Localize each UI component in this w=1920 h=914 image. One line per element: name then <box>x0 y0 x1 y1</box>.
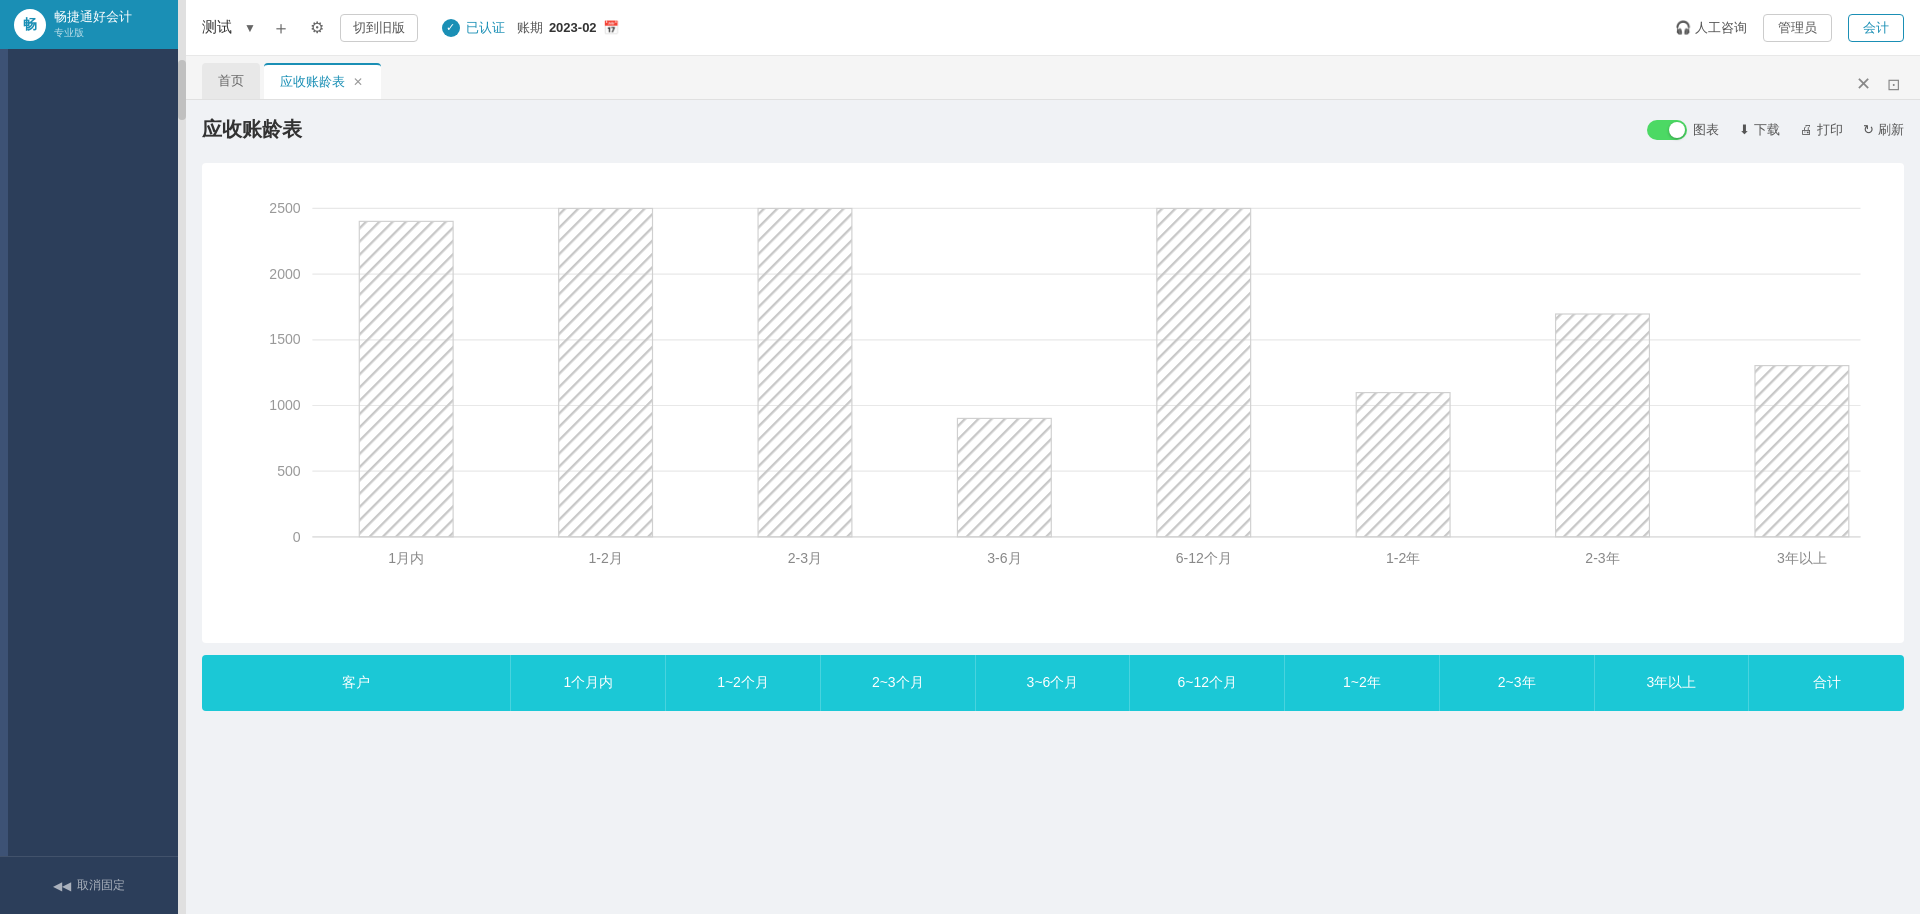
svg-text:1-2月: 1-2月 <box>588 550 622 566</box>
main-area: 测试 ▼ ＋ ⚙ 切到旧版 ✓ 已认证 账期 2023-02 📅 🎧 人工咨询 … <box>186 0 1920 914</box>
cancel-fixed-btn[interactable]: ◀◀ 取消固定 <box>0 867 178 904</box>
period-label: 账期 <box>517 19 543 37</box>
th-cell-9: 合计 <box>1749 655 1904 711</box>
print-label: 打印 <box>1817 121 1843 139</box>
svg-text:0: 0 <box>293 529 301 545</box>
tab-aging-report[interactable]: 应收账龄表 ✕ <box>264 63 381 99</box>
sidebar-logo: 畅 畅捷通好会计 专业版 <box>0 0 178 49</box>
verified-label: 已认证 <box>466 19 505 37</box>
bar-3 <box>758 208 852 536</box>
th-cell-6: 1~2年 <box>1285 655 1440 711</box>
sidebar-scrollbar[interactable] <box>178 0 186 914</box>
refresh-button[interactable]: ↻ 刷新 <box>1863 121 1904 139</box>
topbar-dropdown-icon[interactable]: ▼ <box>244 21 256 35</box>
sidebar-scrollbar-thumb[interactable] <box>178 60 186 120</box>
tab-aging-report-label: 应收账龄表 <box>280 73 345 91</box>
th-cell-7: 2~3年 <box>1440 655 1595 711</box>
topbar-right: 🎧 人工咨询 管理员 会计 <box>1675 14 1904 42</box>
print-button[interactable]: 🖨 打印 <box>1800 121 1843 139</box>
download-icon: ⬇ <box>1739 122 1750 137</box>
sidebar-bottom: ◀◀ 取消固定 <box>0 856 178 914</box>
svg-text:1000: 1000 <box>269 397 300 413</box>
report-header: 应收账龄表 图表 ⬇ 下载 🖨 打印 ↻ 刷新 <box>202 116 1904 143</box>
bar-8 <box>1755 366 1849 537</box>
svg-text:1-2年: 1-2年 <box>1386 550 1420 566</box>
table-container: 客户1个月内1~2个月2~3个月3~6个月6~12个月1~2年2~3年3年以上合… <box>202 655 1904 711</box>
th-cell-1: 1个月内 <box>511 655 666 711</box>
th-cell-5: 6~12个月 <box>1130 655 1285 711</box>
th-cell-8: 3年以上 <box>1595 655 1750 711</box>
table-header: 客户1个月内1~2个月2~3个月3~6个月6~12个月1~2年2~3年3年以上合… <box>202 655 1904 711</box>
ai-consult-label: 人工咨询 <box>1695 19 1747 37</box>
content-area: 应收账龄表 图表 ⬇ 下载 🖨 打印 ↻ 刷新 <box>186 100 1920 914</box>
th-cell-2: 1~2个月 <box>666 655 821 711</box>
bar-6 <box>1356 393 1450 537</box>
refresh-label: 刷新 <box>1878 121 1904 139</box>
verified-section: ✓ 已认证 <box>442 19 505 37</box>
th-cell-3: 2~3个月 <box>821 655 976 711</box>
ai-consult-icon: 🎧 <box>1675 20 1691 35</box>
manager-button[interactable]: 管理员 <box>1763 14 1832 42</box>
svg-text:2-3月: 2-3月 <box>788 550 822 566</box>
download-label: 下载 <box>1754 121 1780 139</box>
bar-4 <box>957 418 1051 536</box>
app-edition: 专业版 <box>54 26 132 40</box>
chart-container: 0 500 1000 1500 2000 2500 1月内 1-2月 2-3月 <box>202 163 1904 643</box>
topbar-module-name: 测试 <box>202 18 232 37</box>
svg-text:3-6月: 3-6月 <box>987 550 1021 566</box>
topbar-settings-icon[interactable]: ⚙ <box>306 14 328 41</box>
tab-home-label: 首页 <box>218 72 244 90</box>
chart-toggle-label: 图表 <box>1693 121 1719 139</box>
tabbar-actions: ✕ ⊡ <box>1852 69 1904 99</box>
period-section: 账期 2023-02 📅 <box>517 19 619 37</box>
report-actions: 图表 ⬇ 下载 🖨 打印 ↻ 刷新 <box>1647 120 1904 140</box>
bar-2 <box>559 208 653 536</box>
tabbar-expand-icon[interactable]: ⊡ <box>1883 71 1904 98</box>
app-name: 畅捷通好会计 <box>54 9 132 26</box>
svg-text:500: 500 <box>277 463 301 479</box>
tabbar-close-icon[interactable]: ✕ <box>1852 69 1875 99</box>
tab-aging-report-close[interactable]: ✕ <box>351 73 365 91</box>
svg-text:2000: 2000 <box>269 266 300 282</box>
print-icon: 🖨 <box>1800 122 1813 137</box>
th-cell-4: 3~6个月 <box>976 655 1131 711</box>
svg-text:2500: 2500 <box>269 200 300 216</box>
cancel-fixed-label: 取消固定 <box>77 877 125 894</box>
accountant-button[interactable]: 会计 <box>1848 14 1904 42</box>
bar-chart: 0 500 1000 1500 2000 2500 1月内 1-2月 2-3月 <box>242 183 1884 633</box>
calendar-icon[interactable]: 📅 <box>603 20 619 35</box>
logo-icon: 畅 <box>14 9 46 41</box>
tab-home[interactable]: 首页 <box>202 63 260 99</box>
verified-icon: ✓ <box>442 19 460 37</box>
bar-5 <box>1157 208 1251 536</box>
tabbar: 首页 应收账龄表 ✕ ✕ ⊡ <box>186 56 1920 100</box>
refresh-icon: ↻ <box>1863 122 1874 137</box>
sidebar: 畅 畅捷通好会计 专业版 ⌂ 首页 ▤ 总账 📊 报表中心 💳 资金管理 🏢 固… <box>0 0 178 914</box>
ai-consult-btn[interactable]: 🎧 人工咨询 <box>1675 19 1747 37</box>
topbar: 测试 ▼ ＋ ⚙ 切到旧版 ✓ 已认证 账期 2023-02 📅 🎧 人工咨询 … <box>186 0 1920 56</box>
toggle-thumb <box>1669 122 1685 138</box>
svg-text:3年以上: 3年以上 <box>1777 550 1827 566</box>
topbar-add-icon[interactable]: ＋ <box>268 12 294 44</box>
bar-7 <box>1556 314 1650 537</box>
switch-old-version-button[interactable]: 切到旧版 <box>340 14 418 42</box>
th-cell-0: 客户 <box>202 655 511 711</box>
svg-text:6-12个月: 6-12个月 <box>1176 550 1232 566</box>
chart-toggle-switch[interactable] <box>1647 120 1687 140</box>
svg-text:1月内: 1月内 <box>388 550 424 566</box>
download-button[interactable]: ⬇ 下载 <box>1739 121 1780 139</box>
period-value: 2023-02 <box>549 20 597 35</box>
bar-1 <box>359 221 453 536</box>
svg-text:2-3年: 2-3年 <box>1585 550 1619 566</box>
svg-text:1500: 1500 <box>269 332 300 348</box>
report-title: 应收账龄表 <box>202 116 302 143</box>
chart-toggle-section: 图表 <box>1647 120 1719 140</box>
